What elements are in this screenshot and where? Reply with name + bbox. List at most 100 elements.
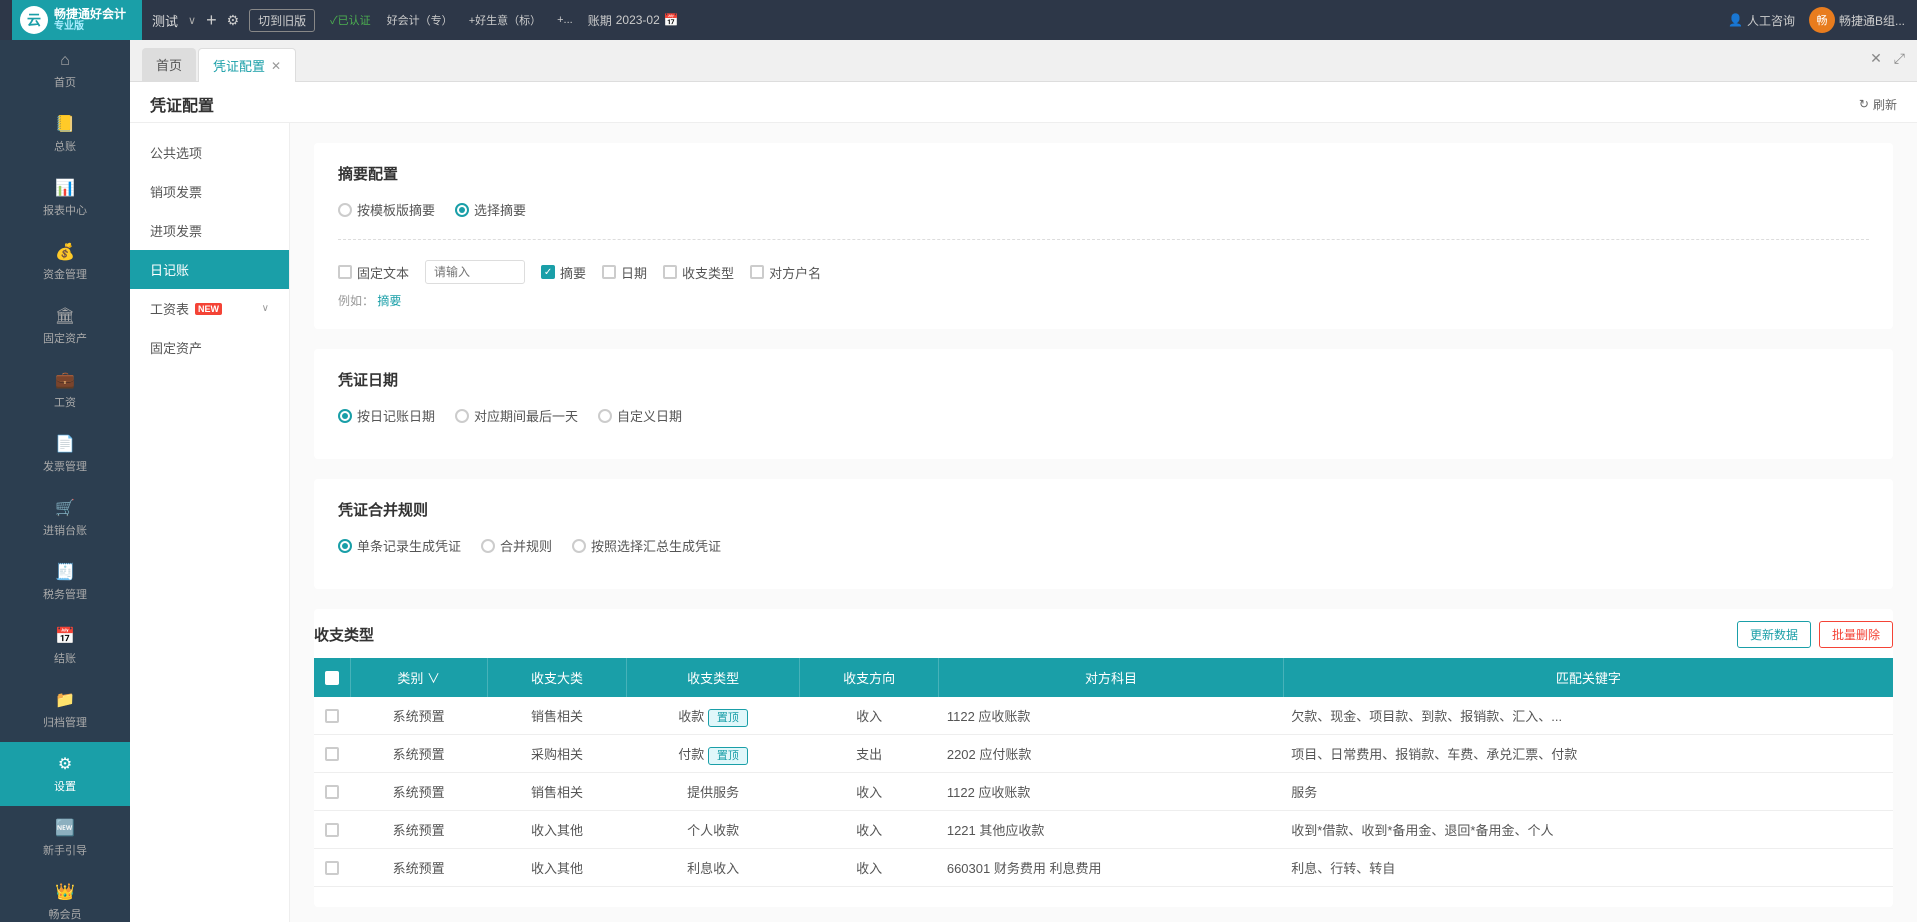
sidebar-item-settings[interactable]: ⚙ 设置	[0, 742, 130, 806]
logo-subtitle: 专业版	[54, 21, 126, 33]
row3-keyword: 服务	[1283, 773, 1893, 811]
checkbox-payment-type[interactable]: 收支类型	[663, 263, 734, 282]
sidebar-item-ledger[interactable]: 📒 总账	[0, 102, 130, 166]
calendar-icon[interactable]: 📅	[664, 13, 679, 27]
radio-label-single: 单条记录生成凭证	[357, 536, 461, 555]
sidebar-item-reports[interactable]: 📊 报表中心	[0, 166, 130, 230]
window-expand-button[interactable]: ⤢	[1892, 48, 1907, 69]
row3-checkbox[interactable]	[325, 785, 339, 799]
row3-checkbox-cell[interactable]	[314, 773, 350, 811]
row1-checkbox-cell[interactable]	[314, 697, 350, 735]
checkbox-fixed-text[interactable]: 固定文本	[338, 263, 409, 282]
gear-icon[interactable]: ⚙	[227, 12, 240, 29]
row1-checkbox[interactable]	[325, 709, 339, 723]
merge-rules-title: 凭证合并规则	[338, 499, 1869, 520]
row4-checkbox-cell[interactable]	[314, 811, 350, 849]
row5-checkbox-cell[interactable]	[314, 849, 350, 887]
left-menu-item-public[interactable]: 公共选项	[130, 133, 289, 172]
radio-template[interactable]: 按模板版摘要	[338, 200, 435, 219]
radio-select[interactable]: 选择摘要	[455, 200, 526, 219]
row3-direction: 收入	[800, 773, 939, 811]
invoices-icon: 📄	[55, 434, 75, 454]
checkbox-label-date: 日期	[621, 263, 647, 282]
summary-radio-group: 按模板版摘要 选择摘要	[338, 200, 1869, 219]
radio-custom-date[interactable]: 自定义日期	[598, 406, 682, 425]
row5-major-type: 收入其他	[487, 849, 626, 887]
left-menu-label-public: 公共选项	[150, 143, 202, 162]
row4-checkbox[interactable]	[325, 823, 339, 837]
tag-more: +...	[552, 13, 578, 27]
radio-journal-date[interactable]: 按日记账日期	[338, 406, 435, 425]
radio-summary-gen[interactable]: 按照选择汇总生成凭证	[572, 536, 721, 555]
left-menu-item-purchase-invoice[interactable]: 进项发票	[130, 211, 289, 250]
checkbox-label-counterpart: 对方户名	[769, 263, 821, 282]
switch-version-button[interactable]: 切到旧版	[249, 9, 315, 32]
row2-checkbox[interactable]	[325, 747, 339, 761]
checkbox-counterpart[interactable]: 对方户名	[750, 263, 821, 282]
row5-checkbox[interactable]	[325, 861, 339, 875]
row1-type: 收款 置顶	[627, 697, 800, 735]
left-menu-item-journal[interactable]: 日记账	[130, 250, 289, 289]
topbar-tags: ✓已认证 好会计（专） +好生意（标） +...	[325, 11, 578, 29]
sidebar-item-purchase[interactable]: 🛒 进销台账	[0, 486, 130, 550]
right-panel: 摘要配置 按模板版摘要 选择摘要	[290, 123, 1917, 922]
user-info[interactable]: 畅 畅捷通B组...	[1809, 7, 1905, 33]
tab-close-icon[interactable]: ✕	[271, 59, 281, 73]
period-label: 账期	[588, 12, 612, 29]
batch-delete-button[interactable]: 批量删除	[1819, 621, 1893, 648]
summary-config-section: 摘要配置 按模板版摘要 选择摘要	[314, 143, 1893, 329]
window-close-button[interactable]: ✕	[1868, 48, 1884, 69]
radio-circle-single	[338, 539, 352, 553]
row5-category: 系统预置	[350, 849, 487, 887]
sidebar-item-member[interactable]: 👑 畅会员	[0, 870, 130, 922]
sidebar-item-assets[interactable]: 🏛 固定资产	[0, 294, 130, 358]
guide-icon: 🆕	[55, 818, 75, 838]
left-menu-item-salary-table[interactable]: 工资表 NEW ∨	[130, 289, 289, 328]
topbar: 云 畅捷通好会计 专业版 测试 ∨ + ⚙ 切到旧版 ✓已认证 好会计（专） +…	[0, 0, 1917, 40]
sidebar-item-salary[interactable]: 💼 工资	[0, 358, 130, 422]
update-data-button[interactable]: 更新数据	[1737, 621, 1811, 648]
sidebar-item-closing[interactable]: 📅 结账	[0, 614, 130, 678]
sidebar-item-archive[interactable]: 📁 归档管理	[0, 678, 130, 742]
row1-category: 系统预置	[350, 697, 487, 735]
company-arrow[interactable]: ∨	[188, 14, 196, 27]
voucher-date-radio-group: 按日记账日期 对应期间最后一天 自定义日期	[338, 406, 1869, 425]
row2-type: 付款 置顶	[627, 735, 800, 773]
sidebar-item-home[interactable]: ⌂ 首页	[0, 40, 130, 102]
summary-divider	[338, 239, 1869, 240]
radio-single[interactable]: 单条记录生成凭证	[338, 536, 461, 555]
row1-reset-tag[interactable]: 置顶	[708, 709, 748, 727]
select-all-checkbox[interactable]	[325, 671, 339, 685]
th-checkbox[interactable]	[314, 658, 350, 697]
checkbox-summary[interactable]: ✓ 摘要	[541, 263, 586, 282]
logo-icon: 云	[20, 6, 48, 34]
radio-circle-select	[455, 203, 469, 217]
checkbox-date[interactable]: 日期	[602, 263, 647, 282]
ledger-icon: 📒	[55, 114, 75, 134]
th-subject: 对方科目	[939, 658, 1283, 697]
fixed-text-input[interactable]	[425, 260, 525, 284]
merge-rules-section: 凭证合并规则 单条记录生成凭证 合并规则 按照选择汇总生成凭证	[314, 479, 1893, 589]
sidebar-item-guide[interactable]: 🆕 新手引导	[0, 806, 130, 870]
radio-period-last[interactable]: 对应期间最后一天	[455, 406, 578, 425]
row2-checkbox-cell[interactable]	[314, 735, 350, 773]
sidebar-item-funds[interactable]: 💰 资金管理	[0, 230, 130, 294]
sidebar-label-member: 畅会员	[49, 906, 82, 922]
left-menu-label-journal: 日记账	[150, 260, 189, 279]
radio-label-custom-date: 自定义日期	[617, 406, 682, 425]
consult-button[interactable]: 👤 人工咨询	[1728, 12, 1795, 29]
row2-reset-tag[interactable]: 置顶	[708, 747, 748, 765]
left-menu-item-fixed-assets[interactable]: 固定资产	[130, 328, 289, 367]
sidebar-item-invoices[interactable]: 📄 发票管理	[0, 422, 130, 486]
home-icon: ⌂	[60, 52, 70, 70]
sidebar-label-tax: 税务管理	[43, 586, 87, 602]
tab-home[interactable]: 首页	[142, 48, 196, 81]
sidebar-item-tax[interactable]: 🧾 税务管理	[0, 550, 130, 614]
radio-merge[interactable]: 合并规则	[481, 536, 552, 555]
left-menu-item-sales-invoice[interactable]: 销项发票	[130, 172, 289, 211]
refresh-button[interactable]: ↻ 刷新	[1859, 96, 1897, 113]
tab-voucher-config[interactable]: 凭证配置 ✕	[198, 48, 296, 82]
purchase-icon: 🛒	[55, 498, 75, 518]
row4-keyword: 收到*借款、收到*备用金、退回*备用金、个人	[1283, 811, 1893, 849]
add-button[interactable]: +	[206, 10, 217, 31]
